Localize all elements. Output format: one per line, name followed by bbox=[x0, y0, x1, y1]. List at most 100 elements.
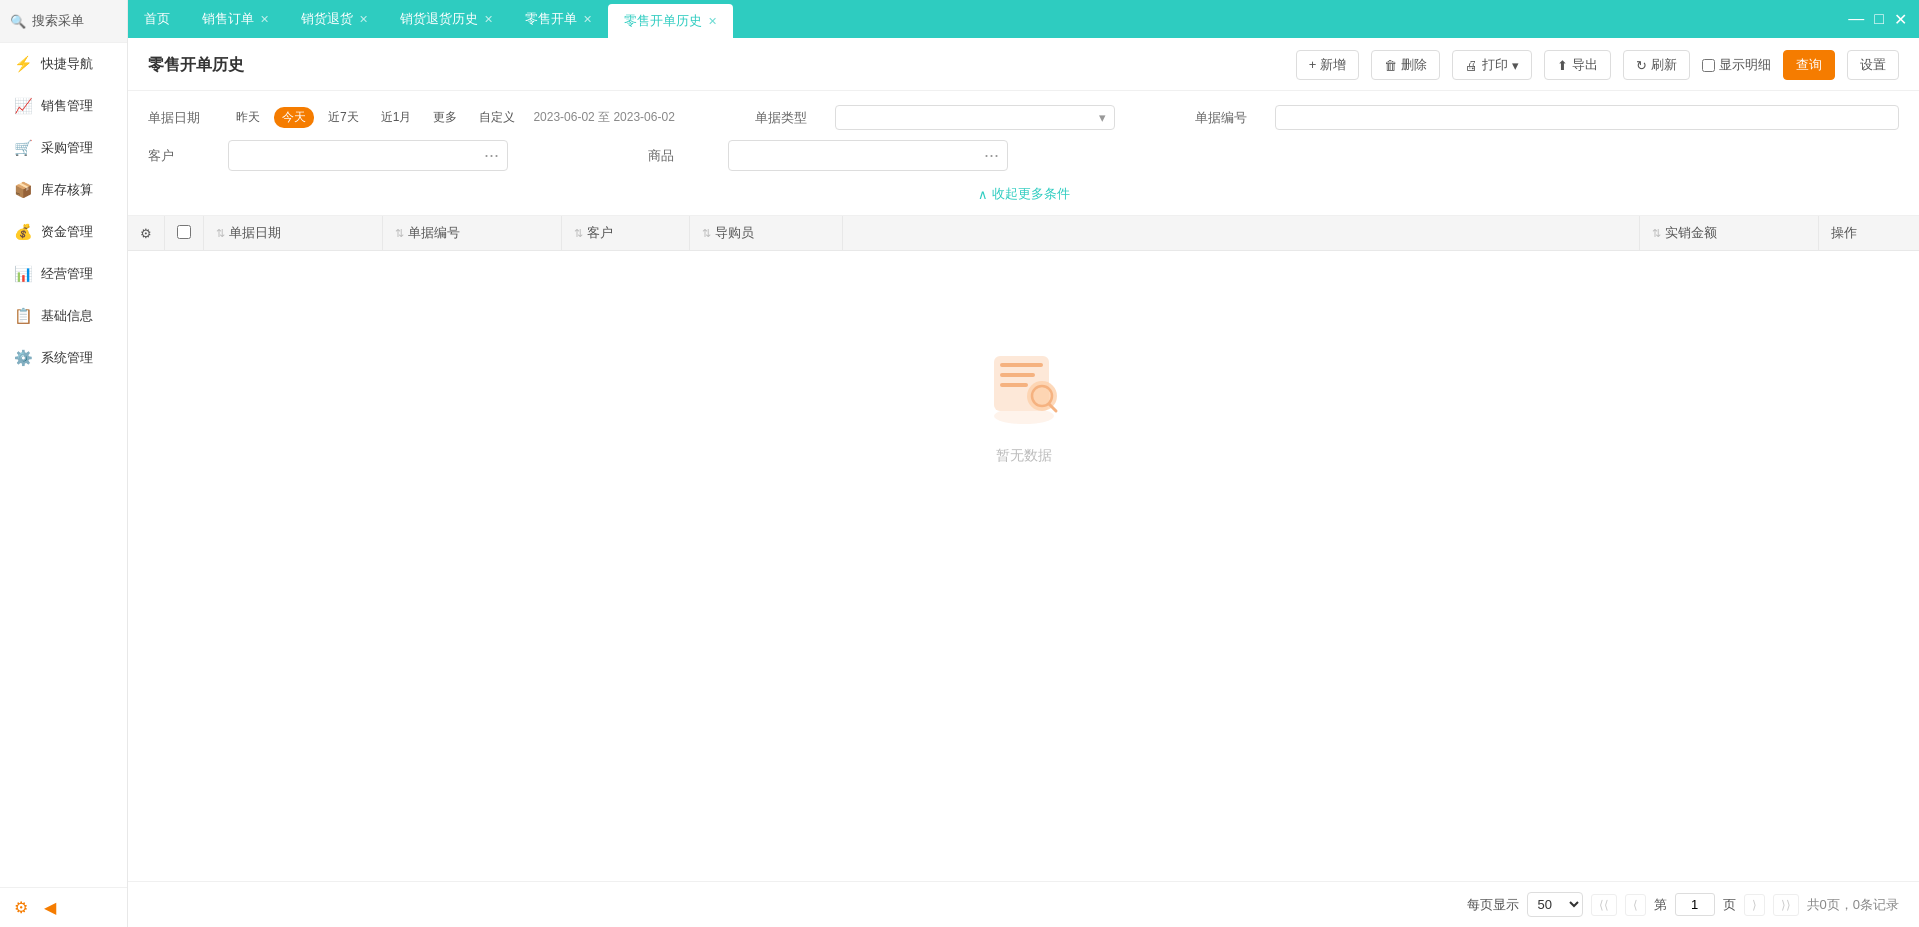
th-guide: ⇅ 导购员 bbox=[689, 216, 842, 251]
collapse-sidebar-icon[interactable]: ◀ bbox=[44, 898, 56, 917]
th-guide-label: 导购员 bbox=[715, 224, 754, 242]
search-menu-label: 搜索采单 bbox=[32, 12, 84, 30]
sidebar-item-operations[interactable]: 📊经营管理 bbox=[0, 253, 127, 295]
tab-retail-open-history[interactable]: 零售开单历史 ✕ bbox=[608, 4, 733, 38]
maximize-icon[interactable]: □ bbox=[1874, 10, 1884, 28]
close-window-icon[interactable]: ✕ bbox=[1894, 10, 1907, 29]
product-select[interactable]: ··· bbox=[728, 140, 1008, 171]
tab-close-sales-return-history[interactable]: ✕ bbox=[484, 13, 493, 26]
tab-label-sales-order: 销售订单 bbox=[202, 10, 254, 28]
per-page-select[interactable]: 10 20 50 100 bbox=[1527, 892, 1583, 917]
query-button[interactable]: 查询 bbox=[1783, 50, 1835, 80]
sidebar-item-purchase-mgmt[interactable]: 🛒采购管理 bbox=[0, 127, 127, 169]
th-amount-label: 实销金额 bbox=[1665, 224, 1717, 242]
sidebar-icon-inventory: 📦 bbox=[14, 181, 33, 199]
refresh-icon: ↻ bbox=[1636, 58, 1647, 73]
tab-close-retail-open-history[interactable]: ✕ bbox=[708, 15, 717, 28]
refresh-button[interactable]: ↻ 刷新 bbox=[1623, 50, 1690, 80]
settings-footer-icon[interactable]: ⚙ bbox=[14, 898, 28, 917]
collapse-arrow-icon: ∧ bbox=[978, 187, 988, 202]
prev-page-btn[interactable]: ⟨ bbox=[1625, 894, 1646, 916]
sidebar-label-quick-nav: 快捷导航 bbox=[41, 55, 93, 73]
page-number-input[interactable]: 1 bbox=[1675, 893, 1715, 916]
sidebar-item-quick-nav[interactable]: ⚡快捷导航 bbox=[0, 43, 127, 85]
tab-label-retail-open-history: 零售开单历史 bbox=[624, 12, 702, 30]
table-header: ⚙ ⇅单据日期 ⇅单据编号 ⇅客户 ⇅导购员 ⇅实销金额 操作 bbox=[128, 216, 1919, 251]
tab-sales-return[interactable]: 销货退货✕ bbox=[285, 0, 384, 38]
order-no-label: 单据编号 bbox=[1195, 109, 1255, 127]
delete-button[interactable]: 🗑 删除 bbox=[1371, 50, 1440, 80]
tab-close-sales-order[interactable]: ✕ bbox=[260, 13, 269, 26]
tab-sales-order[interactable]: 销售订单 ✕ bbox=[186, 0, 285, 38]
th-settings[interactable]: ⚙ bbox=[128, 216, 165, 251]
tab-home[interactable]: 首页 bbox=[128, 0, 186, 38]
top-nav: 首页销售订单✕销货退货✕销货退货历史✕零售开单✕零售开单历史✕ — □ ✕ bbox=[128, 0, 1919, 38]
today-btn[interactable]: 今天 bbox=[274, 107, 314, 128]
sidebar-item-system[interactable]: ⚙️系统管理 bbox=[0, 337, 127, 379]
customer-filter-label: 客户 bbox=[148, 147, 208, 165]
th-action: 操作 bbox=[1818, 216, 1919, 251]
collapse-filter-btn[interactable]: ∧ 收起更多条件 bbox=[978, 181, 1070, 207]
sidebar-icon-basic-info: 📋 bbox=[14, 307, 33, 325]
search-menu-item[interactable]: 🔍 搜索采单 bbox=[0, 0, 127, 43]
print-button[interactable]: 🖨 打印 ▾ bbox=[1452, 50, 1532, 80]
sidebar-label-basic-info: 基础信息 bbox=[41, 307, 93, 325]
customer-select[interactable]: ··· bbox=[228, 140, 508, 171]
yesterday-btn[interactable]: 昨天 bbox=[228, 107, 268, 128]
product-value bbox=[737, 148, 741, 163]
tab-label-sales-return-history: 销货退货历史 bbox=[400, 10, 478, 28]
display-detail-checkbox-label[interactable]: 显示明细 bbox=[1702, 56, 1771, 74]
sidebar-item-inventory[interactable]: 📦库存核算 bbox=[0, 169, 127, 211]
tab-sales-return-history[interactable]: 销货退货历史 ✕ bbox=[384, 0, 509, 38]
sidebar-item-sales-mgmt[interactable]: 📈销售管理 bbox=[0, 85, 127, 127]
product-filter-label: 商品 bbox=[648, 147, 708, 165]
th-customer: ⇅客户 bbox=[562, 216, 689, 251]
tab-close-sales-return[interactable]: ✕ bbox=[359, 13, 368, 26]
sidebar-icon-operations: 📊 bbox=[14, 265, 33, 283]
search-icon: 🔍 bbox=[10, 14, 26, 29]
per-page-label: 每页显示 bbox=[1467, 896, 1519, 914]
main-area: 首页销售订单✕销货退货✕销货退货历史✕零售开单✕零售开单历史✕ — □ ✕ 零售… bbox=[128, 0, 1919, 927]
delete-icon: 🗑 bbox=[1384, 58, 1397, 73]
sidebar-icon-sales-mgmt: 📈 bbox=[14, 97, 33, 115]
more-date-btn[interactable]: 更多 bbox=[425, 107, 465, 128]
last-page-btn[interactable]: ⟩⟩ bbox=[1773, 894, 1799, 916]
first-page-btn[interactable]: ⟨⟨ bbox=[1591, 894, 1617, 916]
custom-date-btn[interactable]: 自定义 bbox=[471, 107, 523, 128]
next-page-btn[interactable]: ⟩ bbox=[1744, 894, 1765, 916]
th-spacer bbox=[843, 216, 1640, 251]
tab-retail-open[interactable]: 零售开单✕ bbox=[509, 0, 608, 38]
order-type-value bbox=[844, 110, 848, 125]
tab-label-home: 首页 bbox=[144, 10, 170, 28]
order-no-input[interactable] bbox=[1275, 105, 1899, 130]
display-detail-checkbox[interactable] bbox=[1702, 59, 1715, 72]
export-button[interactable]: ⬆ 导出 bbox=[1544, 50, 1611, 80]
sort-guide-icon[interactable]: ⇅ bbox=[702, 227, 711, 240]
filter-area: 单据日期 昨天 今天 近7天 近1月 更多 自定义 2023-06-02 至 2… bbox=[128, 91, 1919, 216]
sort-amount-icon[interactable]: ⇅ bbox=[1652, 227, 1661, 240]
sort-order-no-icon[interactable]: ⇅ bbox=[395, 227, 404, 240]
tab-close-retail-open[interactable]: ✕ bbox=[583, 13, 592, 26]
sidebar-item-basic-info[interactable]: 📋 基础信息 bbox=[0, 295, 127, 337]
settings-button[interactable]: 设置 bbox=[1847, 50, 1899, 80]
window-controls: — □ ✕ bbox=[1848, 10, 1919, 29]
select-all-checkbox[interactable] bbox=[177, 225, 191, 239]
customer-dots-icon[interactable]: ··· bbox=[484, 145, 499, 166]
last7-btn[interactable]: 近7天 bbox=[320, 107, 367, 128]
sidebar-icon-purchase-mgmt: 🛒 bbox=[14, 139, 33, 157]
page-suffix-label: 页 bbox=[1723, 896, 1736, 914]
minimize-icon[interactable]: — bbox=[1848, 10, 1864, 28]
sidebar-item-finance[interactable]: 💰资金管理 bbox=[0, 211, 127, 253]
th-order-no-label: 单据编号 bbox=[408, 224, 460, 242]
add-button[interactable]: + 新增 bbox=[1296, 50, 1359, 80]
product-dots-icon[interactable]: ··· bbox=[984, 145, 999, 166]
page-header: 零售开单历史 + 新增 🗑 删除 🖨 打印 ▾ ⬆ 导出 ↻ bbox=[128, 38, 1919, 91]
export-icon: ⬆ bbox=[1557, 58, 1568, 73]
sort-date-icon[interactable]: ⇅ bbox=[216, 227, 225, 240]
sidebar: 🔍 搜索采单 ⚡快捷导航📈销售管理🛒采购管理📦库存核算💰资金管理📊经营管理 📋 基础… bbox=[0, 0, 128, 927]
sort-customer-icon[interactable]: ⇅ bbox=[574, 227, 583, 240]
order-type-dropdown-icon: ▾ bbox=[1099, 110, 1106, 125]
last-month-btn[interactable]: 近1月 bbox=[373, 107, 420, 128]
order-type-select[interactable]: ▾ bbox=[835, 105, 1115, 130]
print-icon: 🖨 bbox=[1465, 58, 1478, 73]
